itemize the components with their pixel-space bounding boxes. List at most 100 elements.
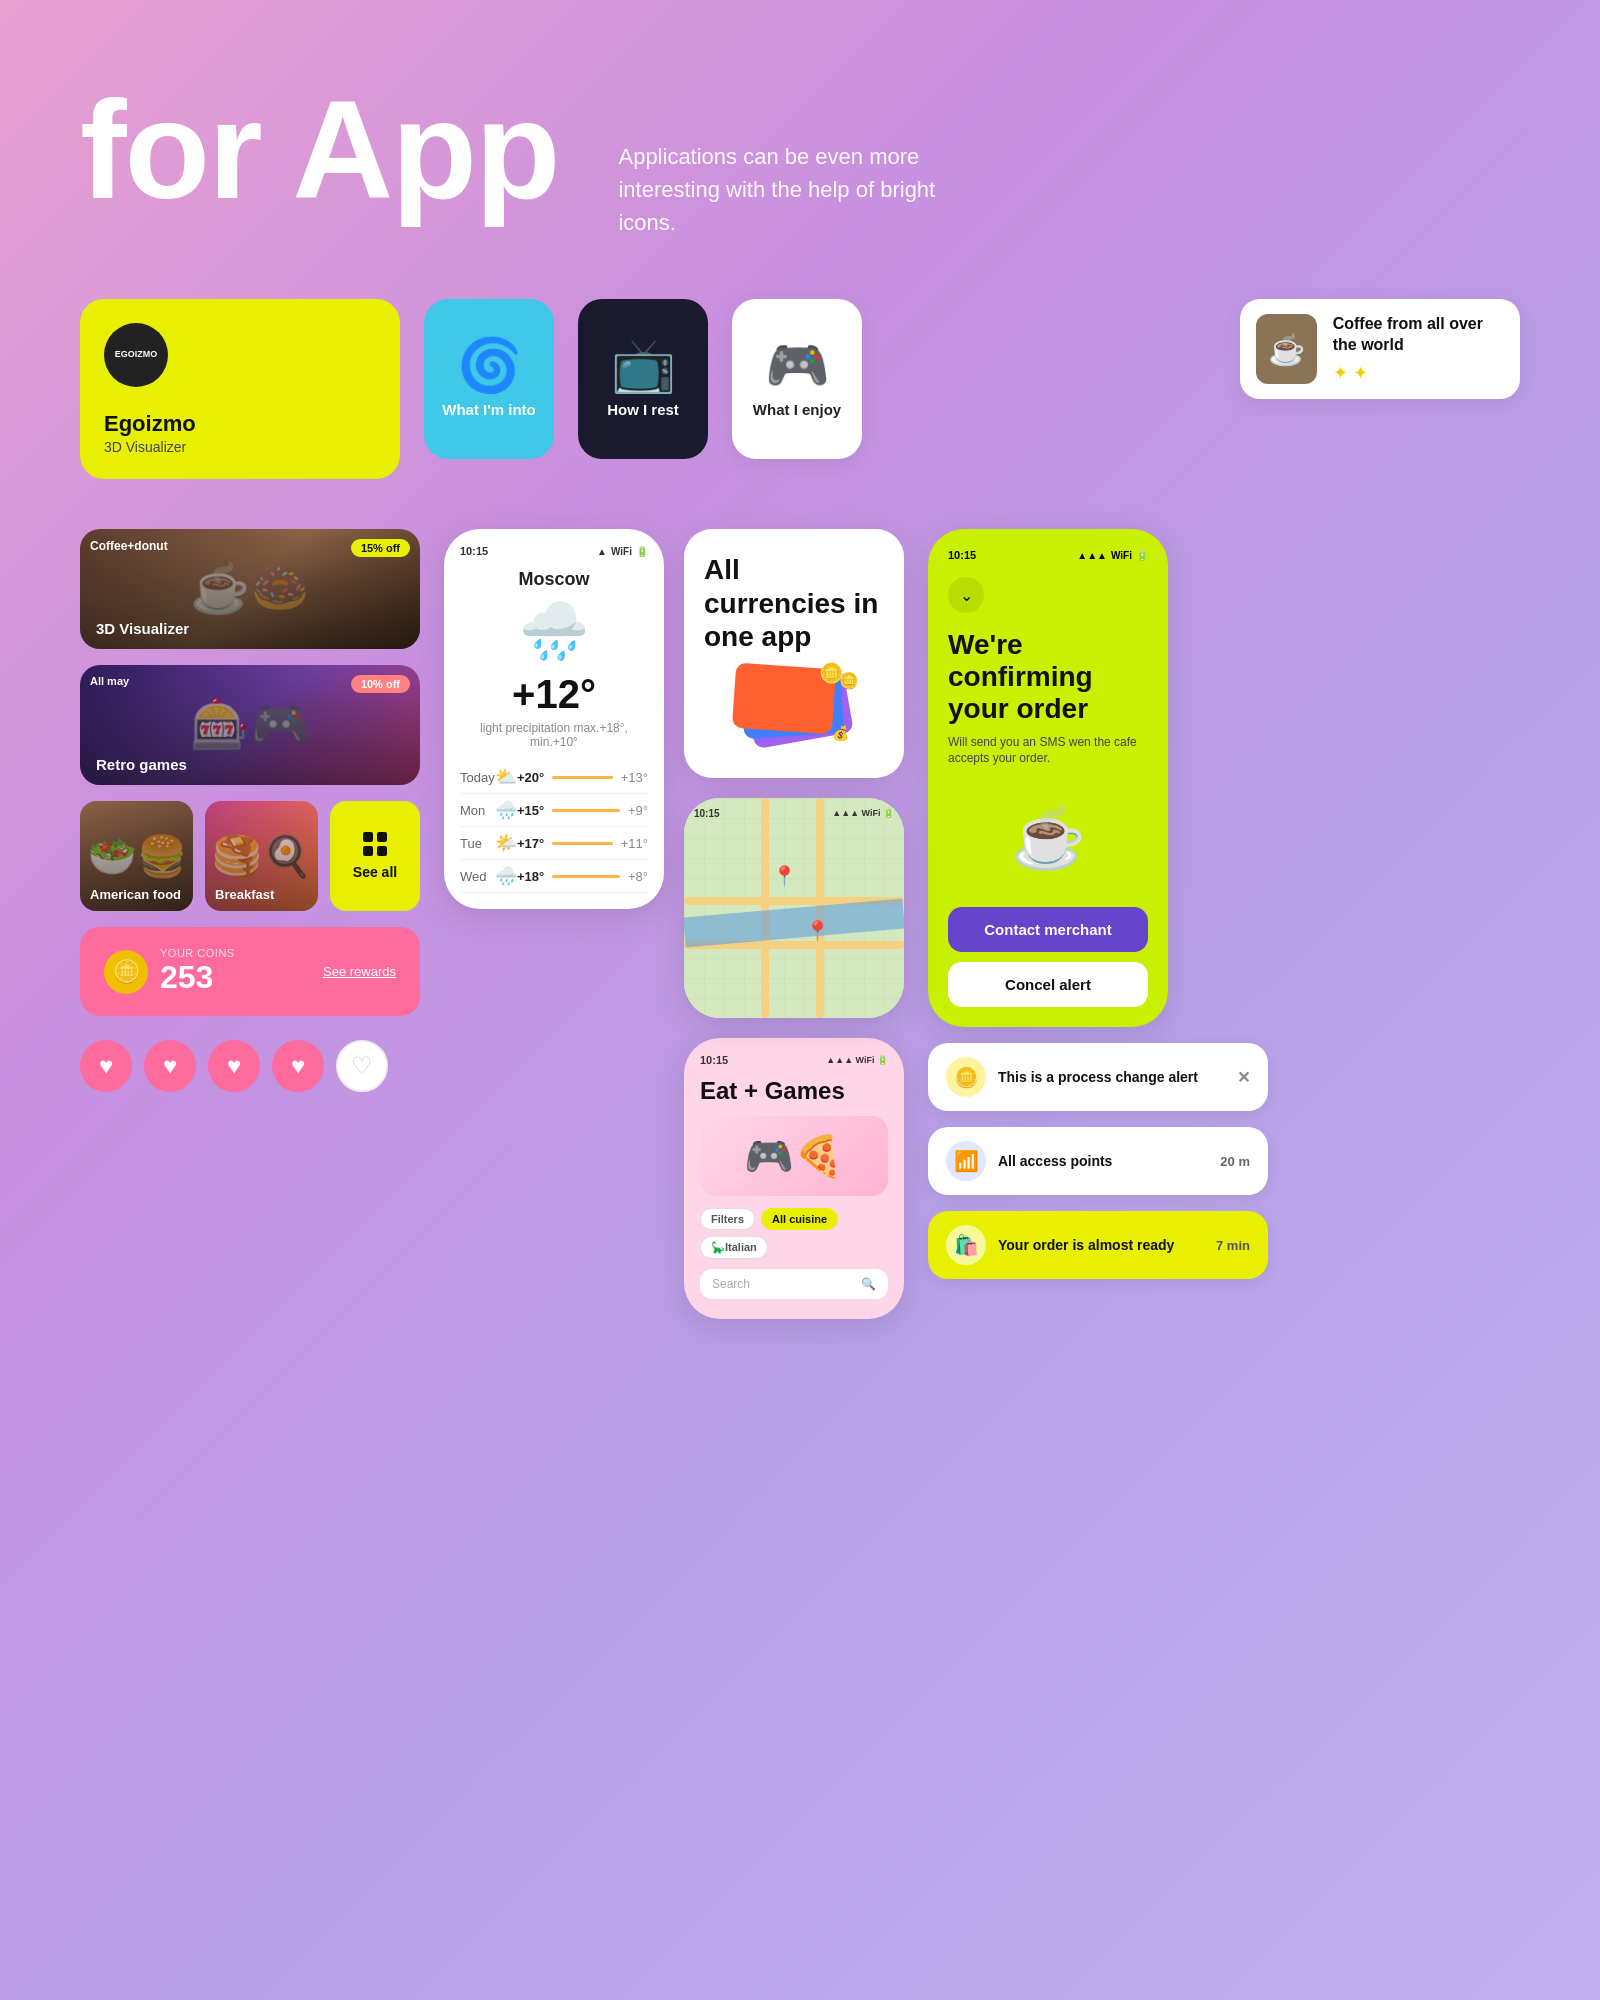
map-status-bar: 10:15 ▲▲▲ WiFi 🔋 (694, 808, 894, 819)
weather-row-mon: Mon 🌧️ +15° +9° (460, 794, 648, 827)
wr-lo-2: +11° (621, 836, 648, 851)
hearts-row: ♥ ♥ ♥ ♥ ♡ (80, 1040, 420, 1092)
wr-bar-1 (552, 809, 620, 812)
wr-day-0: Today (460, 770, 495, 785)
header-description: Applications can be even more interestin… (618, 140, 998, 239)
weather-temp: +12° (460, 672, 648, 717)
weather-row-tue: Tue 🌤️ +17° +11° (460, 827, 648, 860)
see-rewards-link[interactable]: See rewards (323, 964, 396, 979)
order-icon-row: ⌄ (948, 577, 1148, 613)
rest-label: How I rest (607, 401, 679, 419)
icon-card-rest[interactable]: 📺 How I rest (578, 299, 708, 459)
coffee-donut-card[interactable]: ☕🍩 15% off Coffee+donut 3D Visualizer (80, 529, 420, 649)
wr-day-1: Mon (460, 803, 495, 818)
wr-lo-1: +9° (628, 803, 648, 818)
order-chevron-icon[interactable]: ⌄ (948, 577, 984, 613)
filter-btn-italian[interactable]: 🦕Italian (700, 1236, 768, 1259)
phones-row: 10:15 ▲WiFi🔋 Moscow 🌧️ +12° light precip… (444, 529, 904, 1319)
eatgames-title: Eat + Games (700, 1078, 888, 1104)
filter-btn-filters[interactable]: Filters (700, 1208, 755, 1230)
wr-hi-2: +17° (517, 836, 544, 851)
map-phone: 📍 📍 10:15 ▲▲▲ WiFi 🔋 (684, 798, 904, 1018)
weather-icon: 🌧️ (460, 598, 648, 664)
coin-icon: 🪙 (104, 950, 148, 994)
retro-label: Retro games (80, 744, 203, 785)
coffee-title: Coffee from all over the world (1333, 314, 1504, 356)
food-label-3d: 3D Visualizer (80, 608, 205, 649)
currency-icon-area: 🪙 🪙 💰 (704, 654, 884, 754)
retro-games-card[interactable]: 🎰🎮 All may 10% off Retro games (80, 665, 420, 785)
wifi-notification: 📶 All access points 20 m (928, 1127, 1268, 1195)
breakfast-card[interactable]: 🥞🍳 Breakfast (205, 801, 318, 911)
icon-card-enjoy[interactable]: 🎮 What I enjoy (732, 299, 862, 459)
order-title: We're confirming your order (948, 629, 1148, 726)
wr-bar-2 (552, 842, 612, 845)
weather-time: 10:15 (460, 545, 488, 557)
credit-card-stack: 🪙 🪙 💰 (734, 666, 854, 741)
notif-close-button[interactable]: ✕ (1237, 1068, 1250, 1087)
mid-right-column: All currencies in one app 🪙 🪙 💰 (684, 529, 904, 1319)
weather-status-icons: ▲WiFi🔋 (597, 546, 648, 557)
eatgames-time: 10:15 (700, 1054, 728, 1066)
retro-badge-discount: 10% off (351, 675, 410, 693)
weather-phone: 10:15 ▲WiFi🔋 Moscow 🌧️ +12° light precip… (444, 529, 664, 909)
coffee-card[interactable]: ☕ Coffee from all over the world ✦ ✦ (1240, 299, 1520, 399)
coins-value: 253 (160, 959, 235, 996)
wr-lo-3: +8° (628, 869, 648, 884)
wr-hi-1: +15° (517, 803, 544, 818)
wr-icon-3: 🌧️ (495, 865, 517, 887)
wr-hi-0: +20° (517, 770, 544, 785)
heart-1[interactable]: ♥ (80, 1040, 132, 1092)
order-status-bar: 10:15 ▲▲▲WiFi🔋 (948, 549, 1148, 561)
currency-title: All currencies in one app (704, 553, 884, 654)
notif-icon-bag: 🛍️ (946, 1225, 986, 1265)
wr-icon-2: 🌤️ (495, 832, 517, 854)
page-title: for App (80, 80, 558, 220)
currency-card: All currencies in one app 🪙 🪙 💰 (684, 529, 904, 778)
coffee-stars: ✦ ✦ (1333, 362, 1504, 384)
food-category: Coffee+donut (90, 539, 168, 553)
notif-text-order: Your order is almost ready (998, 1237, 1204, 1253)
american-food-card[interactable]: 🥗🍔 American food (80, 801, 193, 911)
dots-grid-icon (363, 832, 387, 856)
cancel-alert-button[interactable]: Concel alert (948, 962, 1148, 1007)
weather-row-today: Today ⛅ +20° +13° (460, 761, 648, 794)
weather-status-bar: 10:15 ▲WiFi🔋 (460, 545, 648, 557)
see-all-button[interactable]: See all (330, 801, 420, 911)
weather-row-wed: Wed 🌧️ +18° +8° (460, 860, 648, 893)
notif-text-wifi: All access points (998, 1153, 1208, 1169)
left-column: ☕🍩 15% off Coffee+donut 3D Visualizer 🎰🎮… (80, 529, 420, 1092)
filter-btn-all-cuisine[interactable]: All cuisine (761, 1208, 838, 1230)
search-icon: 🔍 (861, 1277, 876, 1291)
main-content-row: ☕🍩 15% off Coffee+donut 3D Visualizer 🎰🎮… (80, 529, 1520, 1319)
eatgames-phone: 10:15 ▲▲▲ WiFi 🔋 Eat + Games 🎮🍕 Filters … (684, 1038, 904, 1319)
enjoy-icon: 🎮 (765, 339, 830, 391)
heart-4[interactable]: ♥ (272, 1040, 324, 1092)
heart-2[interactable]: ♥ (144, 1040, 196, 1092)
contact-merchant-button[interactable]: Contact merchant (948, 907, 1148, 952)
icon-card-interests[interactable]: 🌀 What I'm into (424, 299, 554, 459)
search-placeholder: Search (712, 1277, 750, 1291)
order-ready-notification: 🛍️ Your order is almost ready 7 min (928, 1211, 1268, 1279)
eatgames-search[interactable]: Search 🔍 (700, 1269, 888, 1299)
app-subtitle: 3D Visualizer (104, 439, 376, 455)
app-name: Egoizmo (104, 411, 376, 437)
process-alert-notification: 🪙 This is a process change alert ✕ (928, 1043, 1268, 1111)
heart-3[interactable]: ♥ (208, 1040, 260, 1092)
wr-bar-0 (552, 776, 612, 779)
order-status-icons: ▲▲▲WiFi🔋 (1077, 550, 1148, 561)
app-icons-row: EGOIZMO Egoizmo 3D Visualizer 🌀 What I'm… (80, 299, 1520, 479)
wr-day-3: Wed (460, 869, 495, 884)
notif-icon-wifi: 📶 (946, 1141, 986, 1181)
map-pin-2: 📍 (805, 919, 830, 943)
wr-icon-0: ⛅ (495, 766, 517, 788)
coin-float-3: 💰 (832, 725, 849, 741)
egoizmo-card[interactable]: EGOIZMO Egoizmo 3D Visualizer (80, 299, 400, 479)
american-food-label: American food (80, 879, 191, 911)
enjoy-label: What I enjoy (753, 401, 841, 419)
interests-label: What I'm into (442, 401, 536, 419)
heart-5[interactable]: ♡ (336, 1040, 388, 1092)
app-logo: EGOIZMO (104, 323, 168, 387)
map-status-icons: ▲▲▲ WiFi 🔋 (832, 808, 894, 818)
map-road-vertical (761, 798, 769, 1018)
